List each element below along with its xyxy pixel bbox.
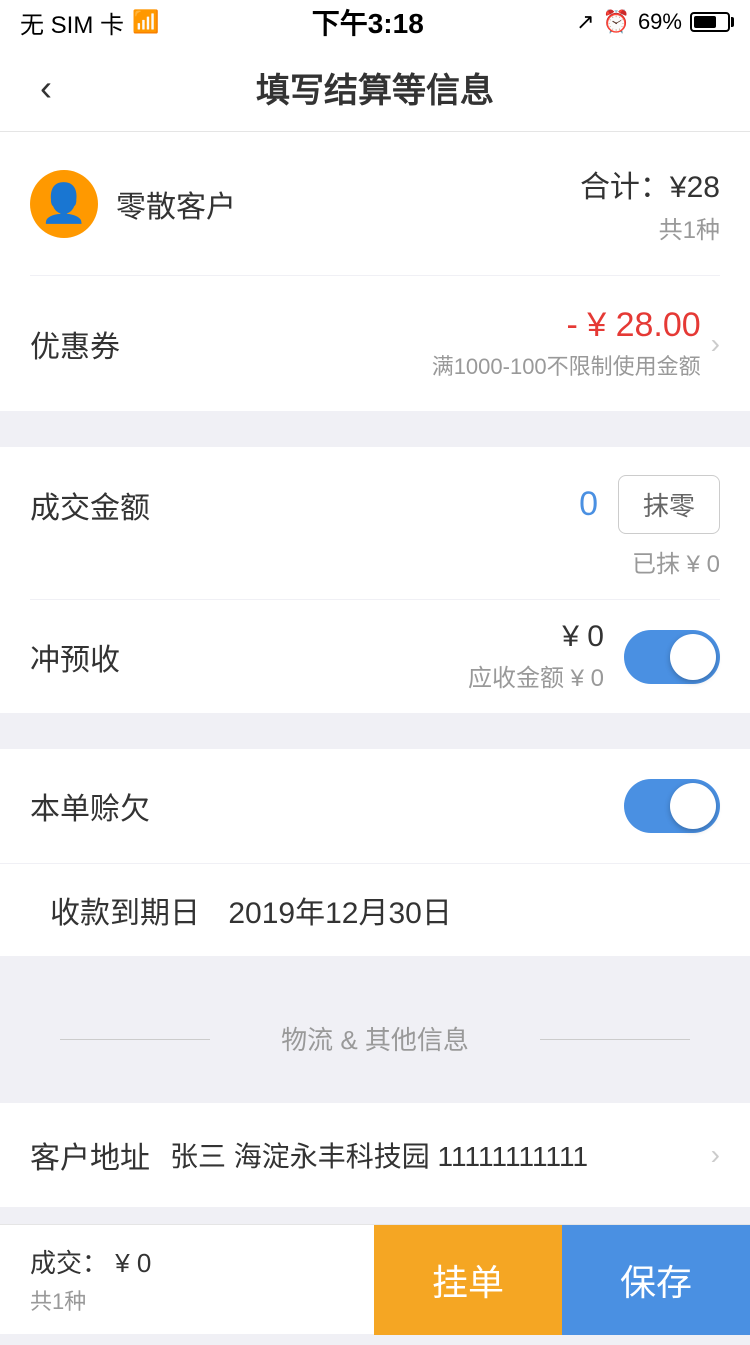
logistics-label: 物流 & 其他信息 [281, 1025, 469, 1055]
address-value: 张三 海淀永丰科技园 11111111111 [170, 1135, 691, 1175]
duedate-value: 2019年12月30日 [228, 897, 451, 930]
deal-prefix: 成交： [30, 1248, 108, 1278]
coupon-right: - ¥ 28.00 满1000-100不限制使用金额 › [432, 306, 720, 381]
amount-right: 0 抹零 [579, 475, 720, 534]
hold-order-button[interactable]: 挂单 [374, 1225, 562, 1335]
customer-total: 合计：¥28 [580, 162, 720, 206]
location-icon: ↗ [576, 9, 594, 35]
customer-row: 👤 零散客户 合计：¥28 共1种 [0, 132, 750, 275]
debt-toggle-knob [670, 783, 716, 829]
address-label: 客户地址 [30, 1133, 150, 1177]
prepay-toggle[interactable] [624, 630, 720, 684]
logistics-section: 物流 & 其他信息 客户地址 张三 海淀永丰科技园 11111111111 › [0, 992, 750, 1207]
customer-section: 👤 零散客户 合计：¥28 共1种 优惠券 - ¥ 28.00 满1000-10… [0, 132, 750, 411]
status-time: 下午3:18 [312, 2, 424, 42]
prepay-right: ¥ 0 应收金额 ¥ 0 [468, 620, 720, 693]
duedate-label: 收款到期日 [50, 897, 200, 930]
customer-left: 👤 零散客户 [30, 170, 236, 238]
gray-separator-4 [0, 1085, 750, 1103]
prepay-label: 冲预收 [30, 635, 120, 679]
status-left: 无 SIM 卡 📶 [20, 5, 159, 40]
transaction-section: 成交金额 0 抹零 已抹 ¥ 0 冲预收 ¥ 0 应收金额 ¥ 0 [0, 447, 750, 713]
address-row[interactable]: 客户地址 张三 海淀永丰科技园 11111111111 › [0, 1103, 750, 1207]
debt-toggle[interactable] [624, 779, 720, 833]
gray-separator-3 [0, 974, 750, 992]
save-button[interactable]: 保存 [562, 1225, 750, 1335]
carrier-label: 无 SIM 卡 [20, 5, 124, 40]
bottom-info: 成交： ¥ 0 共1种 [0, 1243, 374, 1316]
prepay-value-wrap: ¥ 0 应收金额 ¥ 0 [468, 620, 604, 693]
bottom-count: 共1种 [30, 1284, 344, 1316]
customer-right: 合计：¥28 共1种 [580, 162, 720, 245]
avatar-icon: 👤 [40, 182, 87, 226]
gray-separator-2 [0, 731, 750, 749]
logistics-header: 物流 & 其他信息 [0, 992, 750, 1085]
toggle-knob [670, 634, 716, 680]
duedate-row: 收款到期日 2019年12月30日 [0, 863, 750, 956]
customer-name: 零散客户 [116, 182, 236, 226]
coupon-label: 优惠券 [30, 322, 120, 366]
amount-label: 成交金额 [30, 483, 150, 527]
debt-label: 本单赊欠 [30, 784, 150, 828]
debt-section: 本单赊欠 收款到期日 2019年12月30日 [0, 749, 750, 956]
status-bar: 无 SIM 卡 📶 下午3:18 ↗ ⏰ 69% [0, 0, 750, 44]
alarm-icon: ⏰ [603, 9, 630, 35]
coupon-amount: - ¥ 28.00 [432, 306, 701, 345]
page-title: 填写结算等信息 [256, 63, 494, 112]
round-zero-button[interactable]: 抹零 [618, 475, 720, 534]
coupon-description: 满1000-100不限制使用金额 [432, 349, 701, 381]
amount-row: 成交金额 0 抹零 [0, 447, 750, 544]
address-arrow-icon: › [711, 1139, 720, 1171]
prepay-value: ¥ 0 [468, 620, 604, 654]
back-button[interactable]: ‹ [30, 57, 62, 119]
coupon-row[interactable]: 优惠券 - ¥ 28.00 满1000-100不限制使用金额 › [0, 276, 750, 411]
debt-row: 本单赊欠 [0, 749, 750, 863]
nav-bar: ‹ 填写结算等信息 [0, 44, 750, 132]
prepay-sub: 应收金额 ¥ 0 [468, 658, 604, 693]
status-right: ↗ ⏰ 69% [576, 9, 730, 35]
main-content: 👤 零散客户 合计：¥28 共1种 优惠券 - ¥ 28.00 满1000-10… [0, 132, 750, 1345]
battery-percent: 69% [638, 9, 682, 35]
deal-amount: ¥ 0 [115, 1248, 151, 1278]
bottom-deal-label: 成交： ¥ 0 [30, 1243, 344, 1280]
gray-separator-1 [0, 429, 750, 447]
customer-avatar: 👤 [30, 170, 98, 238]
bottom-bar: 成交： ¥ 0 共1种 挂单 保存 [0, 1224, 750, 1334]
coupon-arrow-icon: › [711, 328, 720, 360]
amount-value[interactable]: 0 [579, 485, 598, 524]
amount-sub: 已抹 ¥ 0 [0, 544, 750, 599]
wifi-icon: 📶 [132, 9, 159, 35]
battery-icon [690, 12, 730, 32]
customer-count: 共1种 [580, 210, 720, 245]
coupon-value-wrap: - ¥ 28.00 满1000-100不限制使用金额 [432, 306, 701, 381]
prepay-row: 冲预收 ¥ 0 应收金额 ¥ 0 [0, 600, 750, 713]
